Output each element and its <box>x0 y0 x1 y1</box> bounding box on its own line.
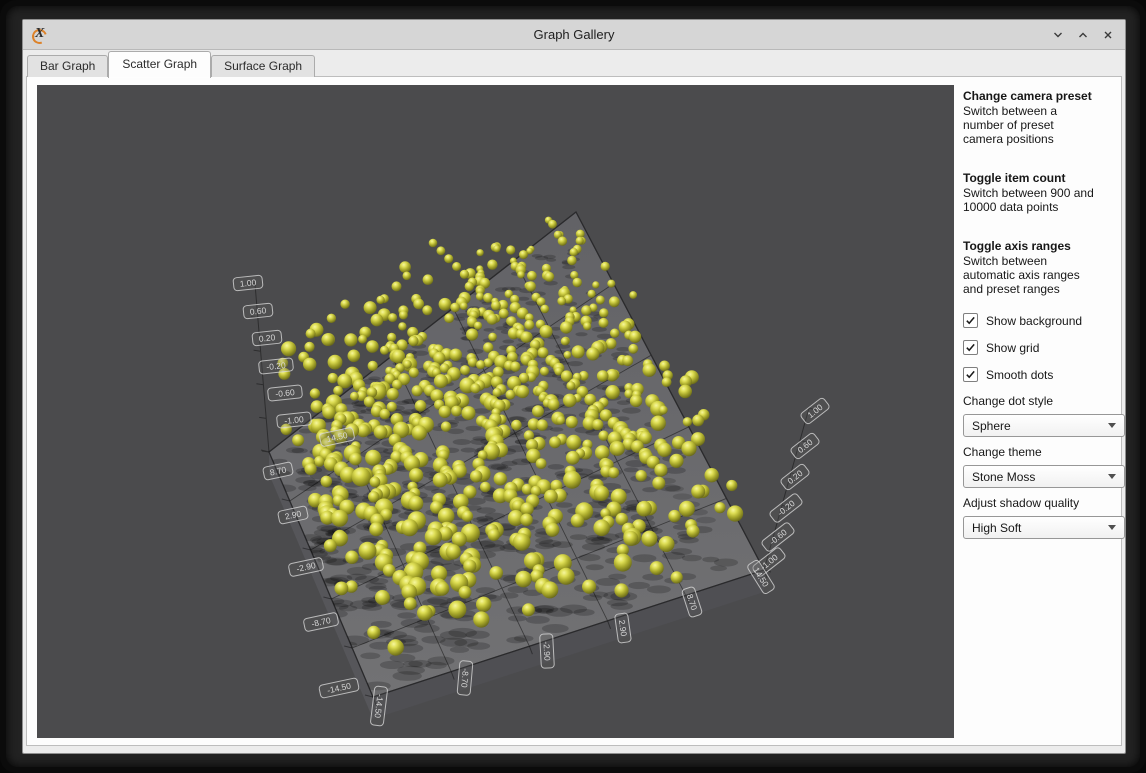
select-label-change-theme: Change theme <box>963 445 1042 459</box>
chevron-down-icon <box>1108 525 1116 534</box>
svg-text:-0.60: -0.60 <box>275 387 296 399</box>
checkbox-smooth-dots[interactable]: Smooth dots <box>963 367 1125 382</box>
title-bar[interactable]: X Graph Gallery <box>23 20 1125 50</box>
tick-label: -8.70 <box>456 660 474 696</box>
tick-label: -2.90 <box>539 633 555 669</box>
chevron-down-icon <box>1108 474 1116 483</box>
panel-button-description: Switch between a number of preset camera… <box>963 104 1058 146</box>
svg-text:1.00: 1.00 <box>239 277 257 289</box>
combo-value: Stone Moss <box>972 469 1036 484</box>
tick-label: 0.20 <box>251 329 283 347</box>
combo-change-theme[interactable]: Stone Moss <box>963 465 1125 488</box>
panel-button-toggle-axis-ranges[interactable]: Toggle axis ranges Switch between automat… <box>963 239 1125 296</box>
svg-text:-1.00: -1.00 <box>284 414 305 426</box>
close-icon[interactable] <box>1101 28 1115 42</box>
svg-text:-8.70: -8.70 <box>459 668 471 688</box>
combo-value: High Soft <box>972 520 1022 535</box>
svg-text:0.60: 0.60 <box>249 305 267 317</box>
checkbox-label: Show background <box>986 313 1083 328</box>
xorg-app-icon: X <box>29 26 50 47</box>
tab-scatter-graph[interactable]: Scatter Graph <box>108 51 212 78</box>
minimize-icon[interactable] <box>1051 28 1065 42</box>
check-icon <box>966 370 975 379</box>
combo-adjust-shadow-quality[interactable]: High Soft <box>963 516 1125 539</box>
tab-bar-graph[interactable]: Bar Graph <box>27 55 109 77</box>
checkbox-box[interactable] <box>963 367 978 382</box>
tick-label: 1.00 <box>232 274 264 292</box>
checkbox-show-background[interactable]: Show background <box>963 313 1125 328</box>
checkbox-label: Show grid <box>986 340 1040 355</box>
combo-value: Sphere <box>972 418 1011 433</box>
svg-text:0.20: 0.20 <box>258 332 276 344</box>
checkbox-show-grid[interactable]: Show grid <box>963 340 1125 355</box>
panel-button-title: Change camera preset <box>963 89 1092 103</box>
svg-text:-2.90: -2.90 <box>541 641 552 661</box>
svg-text:-0.20: -0.20 <box>266 360 287 372</box>
tab-content-pane: 1.00 0.60 0.20 -0.20 -0.60 -1.00 1.00 0.60 0.20-… <box>26 76 1125 746</box>
panel-button-description: Switch between automatic axis ranges and… <box>963 254 1080 296</box>
panel-button-description: Switch between 900 and 10000 data points <box>963 186 1094 214</box>
tab-bar: Bar Graph Scatter Graph Surface Graph <box>27 51 316 78</box>
check-icon <box>966 316 975 325</box>
scatter-3d-view[interactable]: 1.00 0.60 0.20 -0.20 -0.60 -1.00 1.00 0.60 0.20-… <box>37 85 954 738</box>
panel-button-change-camera-preset[interactable]: Change camera preset Switch between a num… <box>963 89 1125 146</box>
settings-panel: Change camera preset Switch between a num… <box>963 89 1125 539</box>
checkbox-group: Show background Show grid Smooth dots <box>963 313 1125 382</box>
maximize-icon[interactable] <box>1076 28 1090 42</box>
select-label-adjust-shadow-quality: Adjust shadow quality <box>963 496 1080 510</box>
checkbox-box[interactable] <box>963 313 978 328</box>
tab-surface-graph[interactable]: Surface Graph <box>211 55 316 77</box>
combo-change-dot-style[interactable]: Sphere <box>963 414 1125 437</box>
panel-button-title: Toggle item count <box>963 171 1066 185</box>
tick-label: 0.60 <box>242 302 274 320</box>
app-window: X Graph Gallery Bar Graph Scatter Graph Su… <box>22 19 1126 754</box>
checkbox-box[interactable] <box>963 340 978 355</box>
check-icon <box>966 343 975 352</box>
panel-button-toggle-item-count[interactable]: Toggle item count Switch between 900 and … <box>963 171 1125 214</box>
window-title: Graph Gallery <box>533 27 615 42</box>
select-label-change-dot-style: Change dot style <box>963 394 1054 408</box>
panel-button-title: Toggle axis ranges <box>963 239 1071 253</box>
checkbox-label: Smooth dots <box>986 367 1054 382</box>
window-controls <box>1051 20 1115 49</box>
chevron-down-icon <box>1108 423 1116 432</box>
